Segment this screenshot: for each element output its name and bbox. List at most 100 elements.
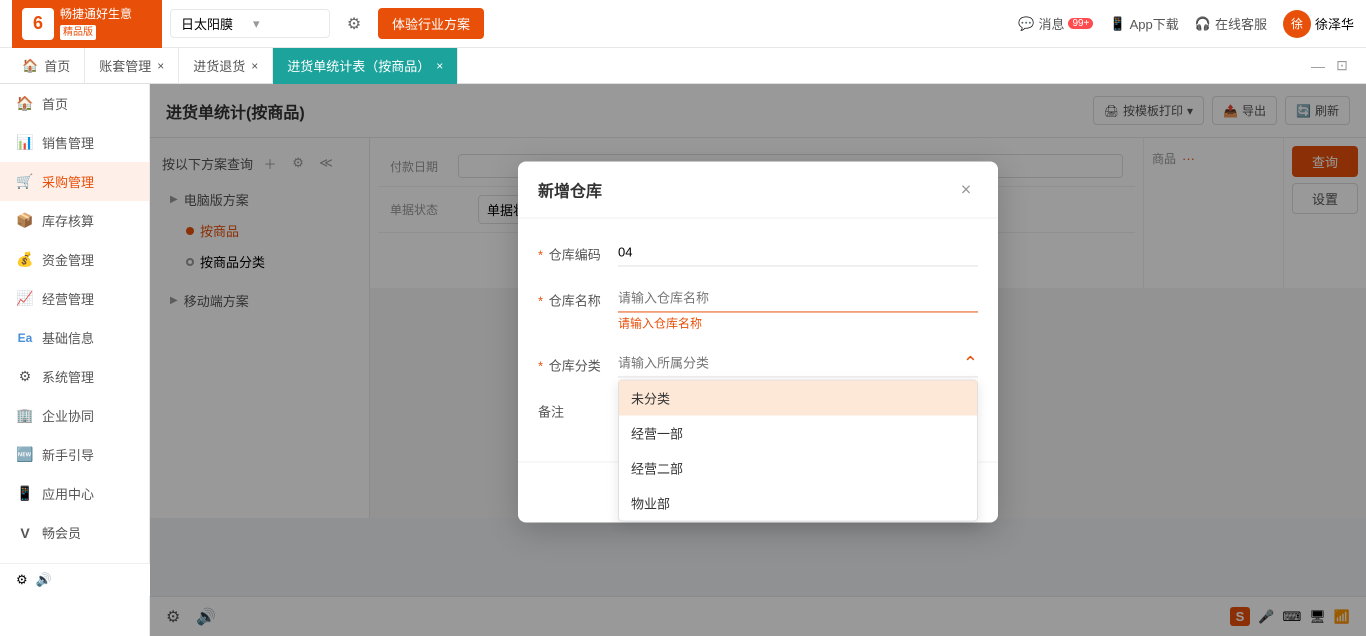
sales-icon: 📊	[16, 134, 34, 152]
sidebar-item-vip[interactable]: V 畅会员	[0, 513, 149, 552]
sidebar-sales-label: 销售管理	[42, 133, 94, 152]
sidebar-item-basic[interactable]: Ea 基础信息	[0, 318, 149, 357]
app-center-icon: 📱	[16, 485, 34, 503]
trial-button[interactable]: 体验行业方案	[378, 8, 484, 39]
settings-bottom-icon[interactable]: ⚙	[16, 572, 28, 588]
header-right: 💬 消息 99+ 📱 App下载 🎧 在线客服 徐 徐泽华	[1018, 10, 1354, 38]
notification-label: 消息	[1038, 14, 1064, 33]
sidebar-item-guide[interactable]: 🆕 新手引导	[0, 435, 149, 474]
required-star2: *	[538, 293, 543, 308]
category-dropdown-arrow[interactable]: ⌃	[963, 353, 978, 374]
code-row: * 仓库编码	[538, 238, 978, 266]
dropdown-option-dept1[interactable]: 经营一部	[619, 415, 977, 450]
code-input-wrap	[618, 238, 978, 266]
name-input-wrap: 请输入仓库名称	[618, 284, 978, 331]
sidebar-item-business[interactable]: 📈 经营管理	[0, 279, 149, 318]
sidebar-item-finance[interactable]: 💰 资金管理	[0, 240, 149, 279]
volume-icon[interactable]: 🔊	[36, 572, 52, 588]
sidebar-item-sales[interactable]: 📊 销售管理	[0, 123, 149, 162]
customer-service-label: 在线客服	[1215, 14, 1267, 33]
sidebar-item-app-center[interactable]: 📱 应用中心	[0, 474, 149, 513]
logo-letter: 6	[33, 13, 43, 34]
modal-body: * 仓库编码 * 仓库名称	[518, 218, 998, 461]
chevron-down-icon: ▾	[253, 16, 319, 32]
tab-bar: 🏠 首页 账套管理 × 进货退货 × 进货单统计表（按商品） × — ⊡	[0, 48, 1366, 84]
settings-icon-btn[interactable]: ⚙	[338, 8, 370, 40]
user-initial: 徐	[1291, 15, 1303, 32]
basic-icon: Ea	[16, 329, 34, 347]
top-header: 6 畅捷通好生意 精品版 日太阳膜 ▾ ⚙ 体验行业方案 💬 消息 99+ 📱 …	[0, 0, 1366, 48]
required-star: *	[538, 247, 543, 262]
name-input[interactable]	[618, 284, 978, 312]
sidebar-home-label: 首页	[42, 94, 68, 113]
avatar: 徐	[1283, 10, 1311, 38]
sidebar-item-inventory[interactable]: 📦 库存核算	[0, 201, 149, 240]
minimize-icon[interactable]: —	[1310, 58, 1326, 74]
close-purchase-stats-icon[interactable]: ×	[436, 59, 443, 73]
headset-icon: 🎧	[1195, 16, 1211, 32]
notification-badge: 99+	[1068, 18, 1093, 29]
vip-icon: V	[16, 524, 34, 542]
app-name: 畅捷通好生意	[60, 7, 132, 23]
inventory-icon: 📦	[16, 212, 34, 230]
dropdown-option-uncategorized[interactable]: 未分类	[619, 380, 977, 415]
name-row: * 仓库名称 请输入仓库名称	[538, 284, 978, 331]
guide-icon: 🆕	[16, 446, 34, 464]
logo-text: 畅捷通好生意 精品版	[60, 7, 132, 40]
enterprise-icon: 🏢	[16, 407, 34, 425]
app-badge: 精品版	[60, 25, 96, 40]
code-input[interactable]	[618, 238, 978, 266]
modal-close-btn[interactable]: ×	[954, 177, 978, 201]
sidebar-app-center-label: 应用中心	[42, 484, 94, 503]
customer-service-item[interactable]: 🎧 在线客服	[1195, 14, 1267, 33]
notification-item[interactable]: 💬 消息 99+	[1018, 14, 1093, 33]
code-label: * 仓库编码	[538, 238, 618, 263]
business-icon: 📈	[16, 290, 34, 308]
store-selector[interactable]: 日太阳膜 ▾	[170, 9, 330, 38]
sidebar-item-enterprise[interactable]: 🏢 企业协同	[0, 396, 149, 435]
tab-home[interactable]: 🏠 首页	[8, 48, 85, 84]
purchase-icon: 🛒	[16, 173, 34, 191]
tab-accounts[interactable]: 账套管理 ×	[85, 48, 179, 84]
store-name: 日太阳膜	[181, 14, 247, 33]
finance-icon: 💰	[16, 251, 34, 269]
sidebar-guide-label: 新手引导	[42, 445, 94, 464]
user-info[interactable]: 徐 徐泽华	[1283, 10, 1354, 38]
sidebar: 🏠 首页 📊 销售管理 🛒 采购管理 📦 库存核算 💰 资金管理 📈 经营管理 …	[0, 84, 150, 636]
sidebar-business-label: 经营管理	[42, 289, 94, 308]
tab-purchase-return[interactable]: 进货退货 ×	[179, 48, 273, 84]
app-download-item[interactable]: 📱 App下载	[1109, 14, 1178, 33]
dropdown-option-property[interactable]: 物业部	[619, 485, 977, 520]
category-label: * 仓库分类	[538, 349, 618, 374]
name-error-text: 请输入仓库名称	[618, 314, 978, 331]
tab-purchase-return-label: 进货退货	[193, 56, 245, 75]
app-download-label: App下载	[1130, 14, 1179, 33]
sidebar-inventory-label: 库存核算	[42, 211, 94, 230]
phone-icon: 📱	[1109, 16, 1125, 32]
modal-overlay[interactable]: 新增仓库 × * 仓库编码	[150, 84, 1366, 636]
message-icon: 💬	[1018, 16, 1034, 32]
home-icon: 🏠	[22, 58, 38, 74]
sidebar-enterprise-label: 企业协同	[42, 406, 94, 425]
system-icon: ⚙	[16, 368, 34, 386]
logo-area: 6 畅捷通好生意 精品版	[12, 0, 162, 48]
category-input-wrap: ⌃ 未分类 经营一部 经营二部 物业部	[618, 349, 978, 377]
new-warehouse-modal: 新增仓库 × * 仓库编码	[518, 161, 998, 522]
sidebar-basic-label: 基础信息	[42, 328, 94, 347]
maximize-icon[interactable]: ⊡	[1334, 58, 1350, 74]
sidebar-system-label: 系统管理	[42, 367, 94, 386]
main-layout: 🏠 首页 📊 销售管理 🛒 采购管理 📦 库存核算 💰 资金管理 📈 经营管理 …	[0, 84, 1366, 636]
sidebar-item-system[interactable]: ⚙ 系统管理	[0, 357, 149, 396]
sidebar-bottom: ⚙ 🔊	[0, 563, 150, 596]
required-star3: *	[538, 358, 543, 373]
tab-purchase-stats-label: 进货单统计表（按商品）	[287, 56, 430, 75]
window-controls: — ⊡	[1302, 58, 1358, 74]
category-input[interactable]	[618, 349, 978, 377]
dropdown-option-dept2[interactable]: 经营二部	[619, 450, 977, 485]
close-accounts-icon[interactable]: ×	[157, 59, 164, 73]
sidebar-item-purchase[interactable]: 🛒 采购管理	[0, 162, 149, 201]
close-purchase-return-icon[interactable]: ×	[251, 59, 258, 73]
sidebar-item-home[interactable]: 🏠 首页	[0, 84, 149, 123]
tab-purchase-stats[interactable]: 进货单统计表（按商品） ×	[273, 48, 458, 84]
username: 徐泽华	[1315, 14, 1354, 33]
